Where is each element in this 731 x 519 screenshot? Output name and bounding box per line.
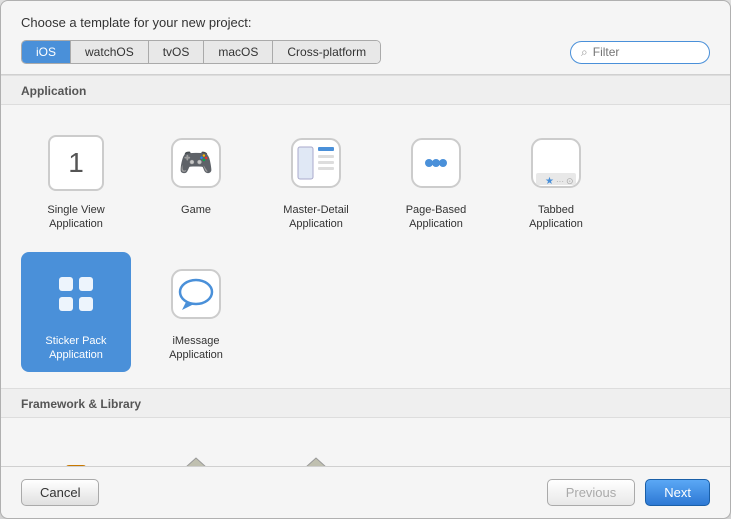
framework-library-section-header: Framework & Library [1,388,730,418]
cocoa-touch-fw-icon [44,444,108,466]
cancel-button[interactable]: Cancel [21,479,99,506]
filter-input[interactable] [593,45,699,59]
page-based-label: Page-BasedApplication [406,203,467,232]
tab-cross-platform[interactable]: Cross-platform [273,41,380,63]
tabbed-icon: ★ ··· ⊙ [524,131,588,195]
dialog-footer: Cancel Previous Next [1,466,730,518]
tab-ios[interactable]: iOS [22,41,71,63]
template-metal-library[interactable]: M Metal Library [261,434,371,466]
template-cocoa-touch-static[interactable]: Touch Cocoa TouchStatic Library [141,434,251,466]
tab-macos[interactable]: macOS [204,41,273,63]
filter-box[interactable]: ⌕ [570,41,710,64]
template-list: Application 1 Single ViewApplication 🎮 G… [1,75,730,466]
template-master-detail[interactable]: Master-DetailApplication [261,121,371,242]
cocoa-touch-static-icon-container: Touch [168,448,224,466]
template-cocoa-touch-fw[interactable]: Cocoa TouchFramework [21,434,131,466]
single-view-label: Single ViewApplication [47,203,104,232]
game-label: Game [181,203,211,217]
template-tabbed[interactable]: ★ ··· ⊙ TabbedApplication [501,121,611,242]
application-section-header: Application [1,75,730,105]
next-button[interactable]: Next [645,479,710,506]
new-project-dialog: Choose a template for your new project: … [0,0,731,519]
platform-tabs: iOS watchOS tvOS macOS Cross-platform [21,40,381,64]
cocoa-touch-static-icon: Touch [164,444,228,466]
svg-text:⊙: ⊙ [566,176,574,186]
sticker-pack-label: Sticker PackApplication [45,334,106,363]
application-items-grid: 1 Single ViewApplication 🎮 Game [1,105,730,388]
tab-tvos[interactable]: tvOS [149,41,205,63]
template-game[interactable]: 🎮 Game [141,121,251,242]
game-icon: 🎮 [164,131,228,195]
svg-text:★: ★ [545,176,554,187]
template-page-based[interactable]: Page-BasedApplication [381,121,491,242]
tab-watchos[interactable]: watchOS [71,41,149,63]
framework-library-items-grid: Cocoa TouchFramework T [1,418,730,466]
search-icon: ⌕ [581,45,588,60]
page-based-icon-svg [408,135,464,191]
template-sticker-pack[interactable]: Sticker PackApplication [21,252,131,373]
metal-library-icon-svg: M [288,448,344,466]
dialog-title: Choose a template for your new project: [21,15,710,30]
tabbed-icon-svg: ★ ··· ⊙ [528,135,584,191]
imessage-icon-svg [168,266,224,322]
imessage-label: iMessageApplication [169,334,223,363]
template-single-view[interactable]: 1 Single ViewApplication [21,121,131,242]
tab-row: iOS watchOS tvOS macOS Cross-platform ⌕ [21,40,710,64]
page-based-icon [404,131,468,195]
cocoa-touch-fw-icon-svg [48,448,104,466]
template-imessage[interactable]: iMessageApplication [141,252,251,373]
master-detail-icon [284,131,348,195]
cocoa-touch-static-svg [168,448,224,466]
footer-right: Previous Next [547,479,710,506]
svg-text:🎮: 🎮 [179,147,214,178]
previous-button[interactable]: Previous [547,479,636,506]
sticker-pack-icon-inner [48,266,104,322]
single-view-icon: 1 [44,131,108,195]
game-icon-svg: 🎮 [168,135,224,191]
tabbed-label: TabbedApplication [529,203,583,232]
master-detail-icon-svg [288,135,344,191]
imessage-icon [164,262,228,326]
single-view-icon-inner: 1 [48,135,104,191]
svg-text:···: ··· [556,177,564,186]
dialog-header: Choose a template for your new project: … [1,1,730,75]
sticker-pack-icon [44,262,108,326]
master-detail-label: Master-DetailApplication [283,203,348,232]
sticker-pack-icon-svg [56,274,96,314]
metal-library-icon: M [284,444,348,466]
